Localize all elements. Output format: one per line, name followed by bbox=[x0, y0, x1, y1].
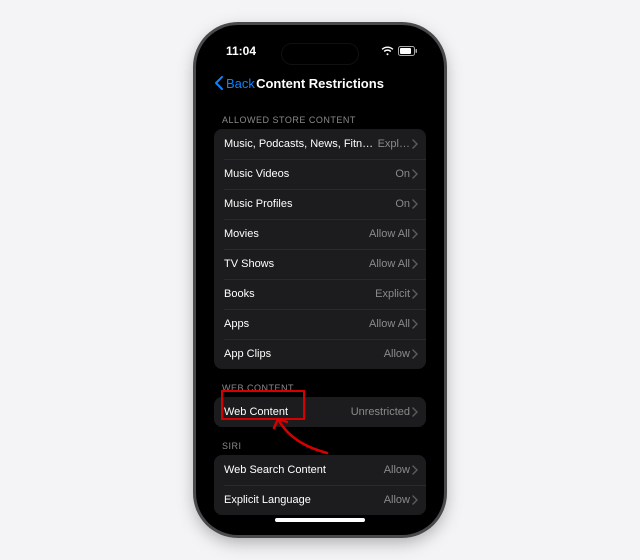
chevron-right-icon bbox=[412, 139, 418, 149]
row-music-podcasts[interactable]: Music, Podcasts, News, Fitness Expl… bbox=[214, 129, 426, 159]
row-label: Music Videos bbox=[224, 168, 395, 180]
row-label: Movies bbox=[224, 228, 369, 240]
row-label: Web Search Content bbox=[224, 464, 384, 476]
battery-icon bbox=[398, 46, 418, 56]
row-label: Explicit Language bbox=[224, 494, 384, 506]
chevron-right-icon bbox=[412, 349, 418, 359]
row-music-videos[interactable]: Music Videos On bbox=[214, 159, 426, 189]
row-explicit-language[interactable]: Explicit Language Allow bbox=[214, 485, 426, 515]
section-header-web: WEB CONTENT bbox=[214, 369, 426, 397]
row-value: Allow All bbox=[369, 318, 410, 330]
group-siri: Web Search Content Allow Explicit Langua… bbox=[214, 455, 426, 515]
row-label: Music, Podcasts, News, Fitness bbox=[224, 138, 378, 150]
chevron-right-icon bbox=[412, 289, 418, 299]
row-value: Allow bbox=[384, 348, 410, 360]
chevron-right-icon bbox=[412, 199, 418, 209]
row-label: Web Content bbox=[224, 406, 351, 418]
row-value: On bbox=[395, 168, 410, 180]
nav-bar: Back Content Restrictions bbox=[204, 69, 436, 97]
section-header-store: ALLOWED STORE CONTENT bbox=[214, 101, 426, 129]
row-value: Allow All bbox=[369, 258, 410, 270]
row-value: Allow bbox=[384, 464, 410, 476]
row-books[interactable]: Books Explicit bbox=[214, 279, 426, 309]
row-music-profiles[interactable]: Music Profiles On bbox=[214, 189, 426, 219]
screen: 11:04 Back Content Restrictions ALLOWED … bbox=[204, 33, 436, 527]
chevron-right-icon bbox=[412, 465, 418, 475]
row-label: Music Profiles bbox=[224, 198, 395, 210]
row-label: Books bbox=[224, 288, 375, 300]
phone-frame: 11:04 Back Content Restrictions ALLOWED … bbox=[196, 25, 444, 535]
chevron-right-icon bbox=[412, 407, 418, 417]
group-web: Web Content Unrestricted bbox=[214, 397, 426, 427]
row-web-content[interactable]: Web Content Unrestricted bbox=[214, 397, 426, 427]
row-value: Allow All bbox=[369, 228, 410, 240]
row-movies[interactable]: Movies Allow All bbox=[214, 219, 426, 249]
home-indicator[interactable] bbox=[275, 518, 365, 522]
section-header-siri: SIRI bbox=[214, 427, 426, 455]
chevron-right-icon bbox=[412, 169, 418, 179]
wifi-icon bbox=[381, 46, 394, 56]
chevron-right-icon bbox=[412, 495, 418, 505]
chevron-left-icon bbox=[214, 76, 224, 90]
row-value: Expl… bbox=[378, 138, 410, 150]
content-scroll[interactable]: ALLOWED STORE CONTENT Music, Podcasts, N… bbox=[204, 97, 436, 527]
back-button[interactable]: Back bbox=[214, 76, 255, 91]
status-time: 11:04 bbox=[226, 44, 256, 58]
row-label: App Clips bbox=[224, 348, 384, 360]
page-title: Content Restrictions bbox=[256, 76, 384, 91]
group-store: Music, Podcasts, News, Fitness Expl… Mus… bbox=[214, 129, 426, 369]
dynamic-island bbox=[281, 43, 359, 65]
row-apps[interactable]: Apps Allow All bbox=[214, 309, 426, 339]
row-value: On bbox=[395, 198, 410, 210]
chevron-right-icon bbox=[412, 319, 418, 329]
row-label: Apps bbox=[224, 318, 369, 330]
row-tv-shows[interactable]: TV Shows Allow All bbox=[214, 249, 426, 279]
back-label: Back bbox=[226, 76, 255, 91]
row-app-clips[interactable]: App Clips Allow bbox=[214, 339, 426, 369]
chevron-right-icon bbox=[412, 259, 418, 269]
row-label: TV Shows bbox=[224, 258, 369, 270]
row-value: Explicit bbox=[375, 288, 410, 300]
row-web-search-content[interactable]: Web Search Content Allow bbox=[214, 455, 426, 485]
chevron-right-icon bbox=[412, 229, 418, 239]
row-value: Allow bbox=[384, 494, 410, 506]
row-value: Unrestricted bbox=[351, 406, 410, 418]
